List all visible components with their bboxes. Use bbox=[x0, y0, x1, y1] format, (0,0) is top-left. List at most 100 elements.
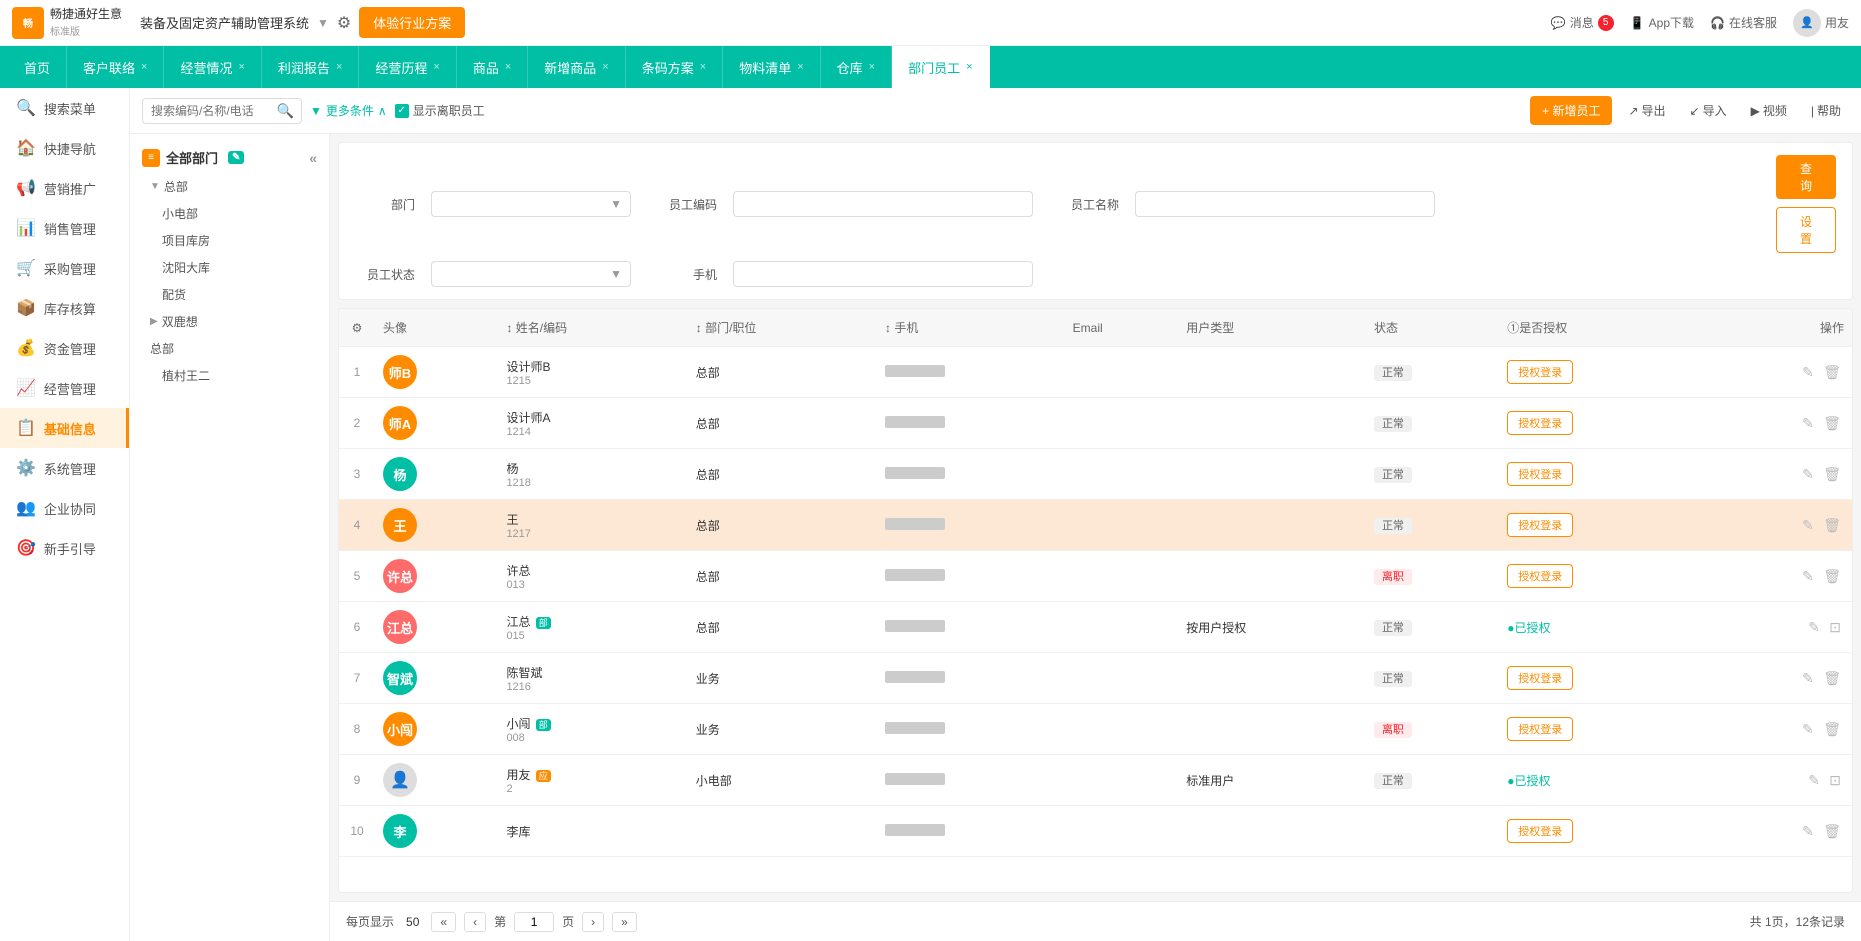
copy-icon[interactable]: ⊡ bbox=[1829, 772, 1841, 788]
tab-new-goods[interactable]: 新增商品 × bbox=[528, 46, 625, 88]
sidebar-item-nav[interactable]: 🏠 快捷导航 bbox=[0, 128, 129, 168]
message-btn[interactable]: 💬 消息 5 bbox=[1551, 14, 1614, 31]
col-name[interactable]: ↕ 姓名/编码 bbox=[498, 309, 687, 347]
col-phone[interactable]: ↕ 手机 bbox=[877, 309, 1065, 347]
sidebar-item-sales[interactable]: 📊 销售管理 bbox=[0, 208, 129, 248]
reset-button[interactable]: 设置 bbox=[1776, 207, 1836, 253]
edit-icon[interactable]: ✎ bbox=[1802, 721, 1814, 737]
export-button[interactable]: ↗ 导出 bbox=[1620, 97, 1673, 124]
dept-tree-item-double[interactable]: ▶ 双鹿想 bbox=[130, 308, 329, 335]
delete-icon[interactable]: 🗑 bbox=[1823, 670, 1841, 686]
trial-button[interactable]: 体验行业方案 bbox=[359, 7, 465, 38]
col-settings[interactable]: ⚙ bbox=[339, 309, 375, 347]
view-button[interactable]: ▶ 视频 bbox=[1743, 97, 1795, 124]
edit-icon[interactable]: ✎ bbox=[1802, 364, 1814, 380]
delete-icon[interactable]: 🗑 bbox=[1823, 466, 1841, 482]
filter-btn[interactable]: ▼ 更多条件 ∧ bbox=[310, 102, 387, 119]
user-area[interactable]: 👤 用友 bbox=[1793, 9, 1849, 37]
auth-button[interactable]: 授权登录 bbox=[1507, 360, 1573, 384]
tab-dept-staff[interactable]: 部门员工 × bbox=[892, 46, 989, 88]
top-bar-actions: 💬 消息 5 📱 App下载 🎧 在线客服 👤 用友 bbox=[1551, 9, 1849, 37]
sidebar-item-management[interactable]: 📈 经营管理 bbox=[0, 368, 129, 408]
auth-button[interactable]: 授权登录 bbox=[1507, 513, 1573, 537]
dept-tree-item-plant[interactable]: 植村王二 bbox=[130, 362, 329, 389]
tab-warehouse[interactable]: 仓库 × bbox=[821, 46, 892, 88]
online-service-btn[interactable]: 🎧 在线客服 bbox=[1710, 14, 1777, 31]
delete-icon[interactable]: 🗑 bbox=[1823, 823, 1841, 839]
dept-tree-item-electric[interactable]: 小电部 bbox=[130, 200, 329, 227]
row-usertype: 标准用户 bbox=[1178, 755, 1366, 806]
edit-icon[interactable]: ✎ bbox=[1808, 772, 1820, 788]
tab-home[interactable]: 首页 bbox=[8, 46, 67, 88]
row-avatar: 小闯 bbox=[375, 704, 498, 755]
code-filter-input[interactable] bbox=[733, 191, 1033, 217]
dept-edit-badge[interactable]: ✎ bbox=[228, 151, 244, 164]
row-phone bbox=[877, 755, 1065, 806]
dept-tree-item-project[interactable]: 项目库房 bbox=[130, 227, 329, 254]
sidebar-item-search[interactable]: 🔍 搜索菜单 bbox=[0, 88, 129, 128]
next-page-button[interactable]: › bbox=[582, 912, 604, 932]
show-resigned-wrap[interactable]: ✓ 显示离职员工 bbox=[395, 102, 485, 119]
dept-tree-item-hq2[interactable]: 总部 bbox=[130, 335, 329, 362]
add-employee-button[interactable]: + 新增员工 bbox=[1530, 96, 1612, 125]
help-button[interactable]: | 帮助 bbox=[1803, 97, 1849, 124]
sidebar-item-marketing[interactable]: 📢 营销推广 bbox=[0, 168, 129, 208]
edit-icon[interactable]: ✎ bbox=[1802, 823, 1814, 839]
tab-profit[interactable]: 利润报告 × bbox=[262, 46, 359, 88]
first-page-button[interactable]: « bbox=[431, 912, 456, 932]
tab-history[interactable]: 经营历程 × bbox=[359, 46, 456, 88]
sidebar-item-purchase[interactable]: 🛒 采购管理 bbox=[0, 248, 129, 288]
tab-bom[interactable]: 物料清单 × bbox=[723, 46, 820, 88]
row-email bbox=[1065, 602, 1179, 653]
name-filter-input[interactable] bbox=[1135, 191, 1435, 217]
sidebar-item-finance[interactable]: 💰 资金管理 bbox=[0, 328, 129, 368]
app-download-btn[interactable]: 📱 App下载 bbox=[1630, 14, 1694, 31]
dept-tree-item-headquarter-arrow[interactable]: ▼ 总部 bbox=[130, 173, 329, 200]
sidebar-item-system[interactable]: ⚙️ 系统管理 bbox=[0, 448, 129, 488]
delete-icon[interactable]: 🗑 bbox=[1823, 415, 1841, 431]
delete-icon[interactable]: 🗑 bbox=[1823, 721, 1841, 737]
query-button[interactable]: 查询 bbox=[1776, 155, 1836, 199]
status-filter-select[interactable]: ▼ bbox=[431, 261, 631, 287]
sidebar-item-inventory[interactable]: 📦 库存核算 bbox=[0, 288, 129, 328]
edit-icon[interactable]: ✎ bbox=[1808, 619, 1820, 635]
phone-filter-input[interactable] bbox=[733, 261, 1033, 287]
sidebar-item-basic[interactable]: 📋 基础信息 bbox=[0, 408, 129, 448]
tab-operation[interactable]: 经营情况 × bbox=[164, 46, 261, 88]
auth-button[interactable]: 授权登录 bbox=[1507, 717, 1573, 741]
auth-button[interactable]: 授权登录 bbox=[1507, 462, 1573, 486]
page-number-input[interactable] bbox=[514, 912, 554, 932]
tab-barcode[interactable]: 条码方案 × bbox=[626, 46, 723, 88]
prev-page-button[interactable]: ‹ bbox=[464, 912, 486, 932]
edit-icon[interactable]: ✎ bbox=[1802, 415, 1814, 431]
edit-icon[interactable]: ✎ bbox=[1802, 466, 1814, 482]
sidebar-item-collab[interactable]: 👥 企业协同 bbox=[0, 488, 129, 528]
auth-button[interactable]: 授权登录 bbox=[1507, 411, 1573, 435]
collapse-icon[interactable]: « bbox=[309, 150, 317, 166]
gear-icon[interactable]: ⚙ bbox=[337, 13, 351, 33]
dept-filter-select[interactable]: ▼ bbox=[431, 191, 631, 217]
delete-icon[interactable]: 🗑 bbox=[1823, 517, 1841, 533]
import-button[interactable]: ↙ 导入 bbox=[1682, 97, 1735, 124]
last-page-button[interactable]: » bbox=[612, 912, 637, 932]
system-title-arrow[interactable]: ▼ bbox=[317, 16, 329, 30]
edit-icon[interactable]: ✎ bbox=[1802, 670, 1814, 686]
tab-customer[interactable]: 客户联络 × bbox=[67, 46, 164, 88]
auth-button[interactable]: 授权登录 bbox=[1507, 819, 1573, 843]
delete-icon[interactable]: 🗑 bbox=[1823, 364, 1841, 380]
dept-tree-item-delivery[interactable]: 配货 bbox=[130, 281, 329, 308]
edit-icon[interactable]: ✎ bbox=[1802, 568, 1814, 584]
dept-tree-item-shenyang[interactable]: 沈阳大库 bbox=[130, 254, 329, 281]
inventory-icon: 📦 bbox=[16, 298, 36, 318]
copy-icon[interactable]: ⊡ bbox=[1829, 619, 1841, 635]
sidebar-item-guide[interactable]: 🎯 新手引导 bbox=[0, 528, 129, 568]
row-no: 5 bbox=[339, 551, 375, 602]
auth-button[interactable]: 授权登录 bbox=[1507, 666, 1573, 690]
phone-blurred bbox=[885, 722, 945, 734]
col-dept[interactable]: ↕ 部门/职位 bbox=[688, 309, 877, 347]
edit-icon[interactable]: ✎ bbox=[1802, 517, 1814, 533]
tab-goods[interactable]: 商品 × bbox=[457, 46, 528, 88]
row-name-cell: 用友 应 2 bbox=[498, 755, 687, 806]
delete-icon[interactable]: 🗑 bbox=[1823, 568, 1841, 584]
auth-button[interactable]: 授权登录 bbox=[1507, 564, 1573, 588]
